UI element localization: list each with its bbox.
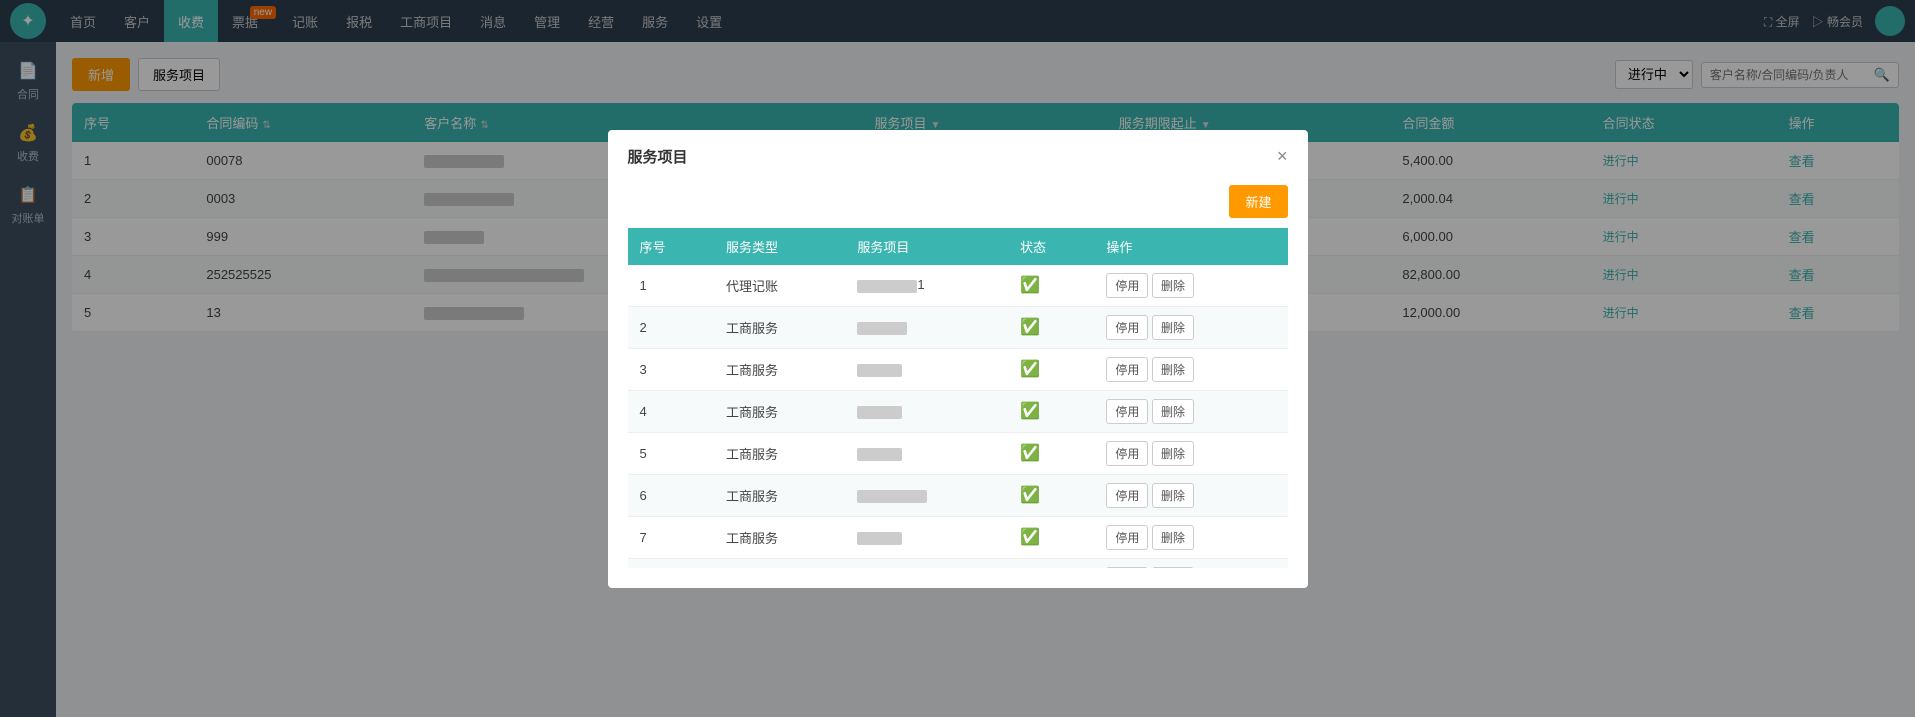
stop-button[interactable]: 停用 [1106,483,1148,508]
delete-button[interactable]: 删除 [1152,273,1194,298]
modal-cell-item: 1 [845,265,1008,307]
modal-table-row: 8 工商服务 注册 ✅ 停用 删除 [628,558,1288,568]
modal-th-status: 状态 [1008,228,1094,265]
modal-cell-status: ✅ [1008,348,1094,390]
modal-th-action: 操作 [1094,228,1287,265]
modal-th-type: 服务类型 [714,228,845,265]
modal-th-item: 服务项目 [845,228,1008,265]
modal-cell-action[interactable]: 停用 删除 [1094,390,1287,432]
modal-cell-status: ✅ [1008,390,1094,432]
modal-cell-type: 工商服务 [714,558,845,568]
service-modal: 服务项目 × 新建 序号 服务类型 服务项目 状态 操作 [608,130,1308,588]
stop-button[interactable]: 停用 [1106,525,1148,550]
modal-cell-status: ✅ [1008,432,1094,474]
stop-button[interactable]: 停用 [1106,357,1148,382]
modal-table: 序号 服务类型 服务项目 状态 操作 1 代理记账 1 ✅ 停用 删除 2 工商… [628,228,1288,568]
modal-cell-seq: 1 [628,265,714,307]
modal-header: 服务项目 × [608,130,1308,175]
modal-cell-seq: 5 [628,432,714,474]
modal-cell-item [845,348,1008,390]
modal-cell-action[interactable]: 停用 删除 [1094,558,1287,568]
modal-cell-status: ✅ [1008,306,1094,348]
modal-body: 新建 序号 服务类型 服务项目 状态 操作 1 代理记账 [608,175,1308,588]
modal-table-row: 4 工商服务 ✅ 停用 删除 [628,390,1288,432]
modal-cell-status: ✅ [1008,516,1094,558]
modal-cell-status: ✅ [1008,558,1094,568]
modal-th-seq: 序号 [628,228,714,265]
modal-cell-item [845,390,1008,432]
modal-cell-type: 工商服务 [714,390,845,432]
delete-button[interactable]: 删除 [1152,315,1194,340]
modal-scroll-wrap[interactable]: 序号 服务类型 服务项目 状态 操作 1 代理记账 1 ✅ 停用 删除 2 工商… [628,228,1288,568]
modal-cell-item [845,306,1008,348]
modal-cell-type: 工商服务 [714,474,845,516]
modal-cell-type: 工商服务 [714,432,845,474]
modal-cell-seq: 3 [628,348,714,390]
modal-title: 服务项目 [628,146,688,167]
delete-button[interactable]: 删除 [1152,525,1194,550]
modal-cell-seq: 4 [628,390,714,432]
modal-cell-status: ✅ [1008,265,1094,307]
modal-cell-type: 工商服务 [714,516,845,558]
delete-button[interactable]: 删除 [1152,399,1194,424]
modal-cell-action[interactable]: 停用 删除 [1094,306,1287,348]
stop-button[interactable]: 停用 [1106,441,1148,466]
modal-cell-seq: 2 [628,306,714,348]
delete-button[interactable]: 删除 [1152,357,1194,382]
modal-cell-seq: 8 [628,558,714,568]
modal-cell-item: 注册 [845,558,1008,568]
modal-cell-seq: 6 [628,474,714,516]
delete-button[interactable]: 删除 [1152,483,1194,508]
modal-cell-action[interactable]: 停用 删除 [1094,348,1287,390]
modal-cell-action[interactable]: 停用 删除 [1094,432,1287,474]
modal-cell-item [845,474,1008,516]
modal-cell-action[interactable]: 停用 删除 [1094,265,1287,307]
modal-table-row: 6 工商服务 ✅ 停用 删除 [628,474,1288,516]
modal-cell-type: 代理记账 [714,265,845,307]
delete-button[interactable]: 删除 [1152,567,1194,568]
modal-table-row: 3 工商服务 ✅ 停用 删除 [628,348,1288,390]
delete-button[interactable]: 删除 [1152,441,1194,466]
modal-cell-type: 工商服务 [714,306,845,348]
stop-button[interactable]: 停用 [1106,399,1148,424]
modal-close-button[interactable]: × [1277,147,1288,165]
modal-cell-item [845,432,1008,474]
modal-table-row: 7 工商服务 ✅ 停用 删除 [628,516,1288,558]
modal-toolbar: 新建 [628,185,1288,218]
stop-button[interactable]: 停用 [1106,567,1148,568]
modal-cell-status: ✅ [1008,474,1094,516]
modal-cell-action[interactable]: 停用 删除 [1094,474,1287,516]
stop-button[interactable]: 停用 [1106,273,1148,298]
modal-table-row: 5 工商服务 ✅ 停用 删除 [628,432,1288,474]
stop-button[interactable]: 停用 [1106,315,1148,340]
modal-cell-action[interactable]: 停用 删除 [1094,516,1287,558]
modal-cell-type: 工商服务 [714,348,845,390]
modal-table-row: 1 代理记账 1 ✅ 停用 删除 [628,265,1288,307]
modal-new-button[interactable]: 新建 [1229,185,1287,218]
modal-cell-item [845,516,1008,558]
modal-table-row: 2 工商服务 ✅ 停用 删除 [628,306,1288,348]
modal-overlay[interactable]: 服务项目 × 新建 序号 服务类型 服务项目 状态 操作 [0,0,1915,717]
modal-header-row: 序号 服务类型 服务项目 状态 操作 [628,228,1288,265]
modal-cell-seq: 7 [628,516,714,558]
